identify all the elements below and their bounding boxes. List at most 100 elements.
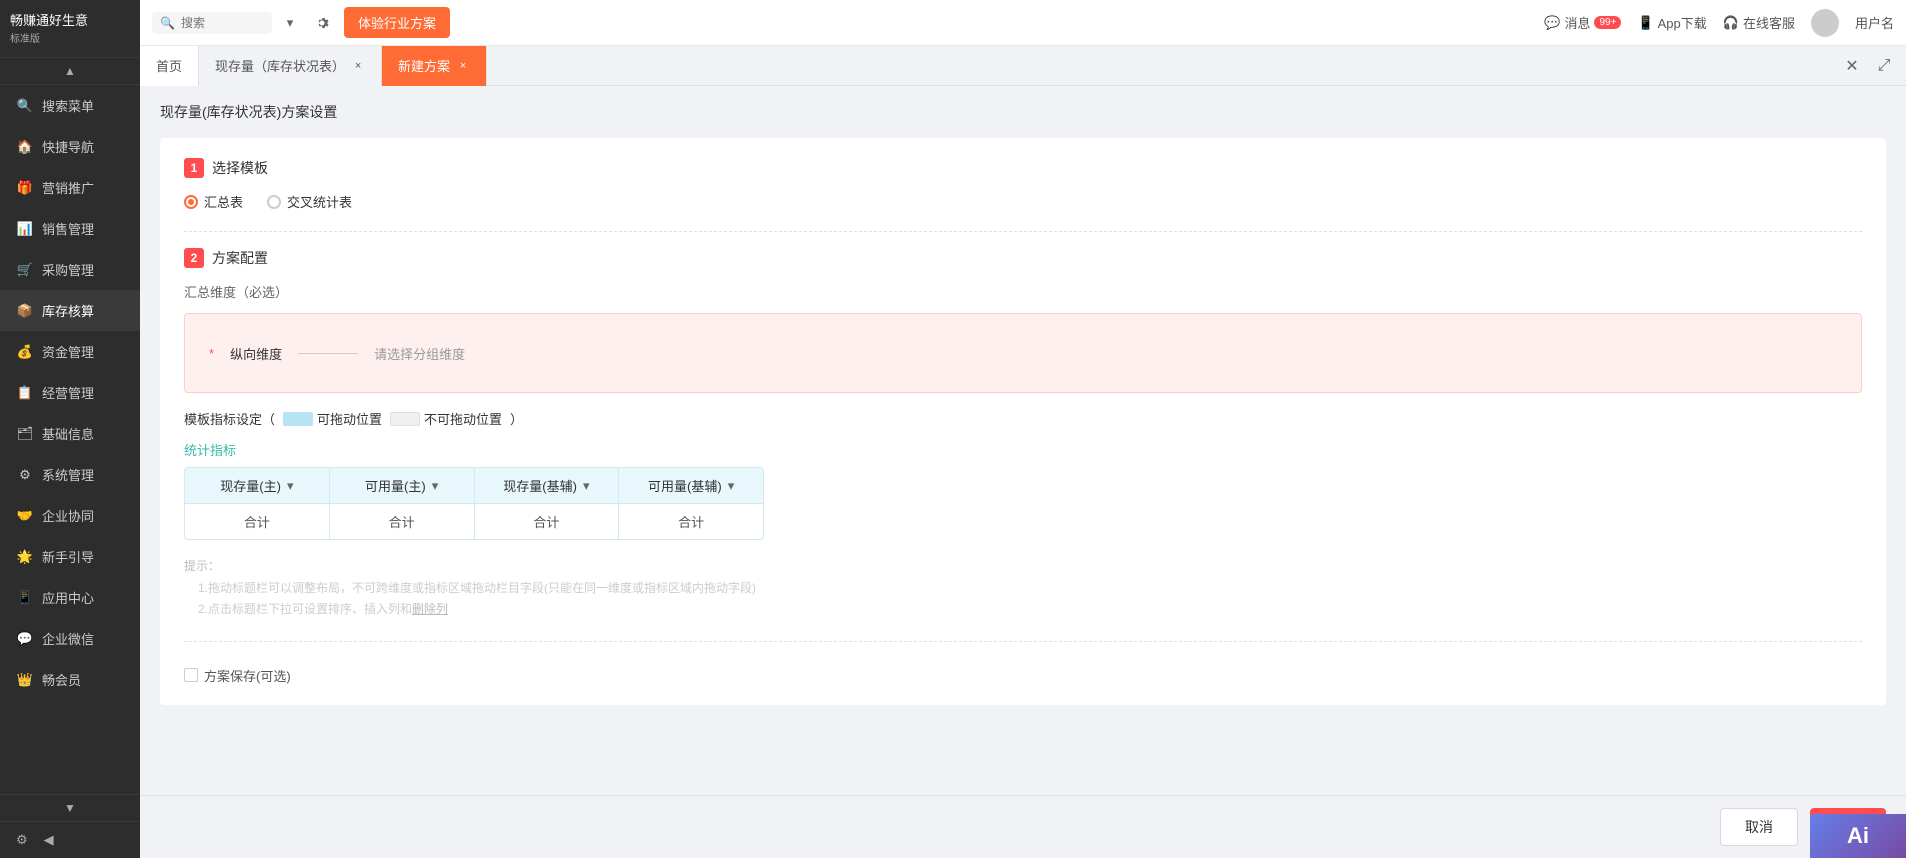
search-dropdown-icon[interactable]: ▾ xyxy=(280,13,300,33)
step2-section: 2 方案配置 汇总维度（必选） * 纵向维度 请选择分组维度 模板指标设定（ xyxy=(184,248,1862,621)
sidebar-item-label: 应用中心 xyxy=(42,588,94,607)
radio-cross-circle xyxy=(267,195,281,209)
guide-icon: 🌟 xyxy=(16,548,34,566)
stats-col-4-dropdown-icon[interactable]: ▾ xyxy=(728,478,735,494)
required-mark: * xyxy=(209,346,214,361)
search-input[interactable] xyxy=(181,16,261,30)
topbar-settings-icon[interactable] xyxy=(308,9,336,37)
app-download-label: App下载 xyxy=(1658,13,1707,32)
tabbar-controls: ✕ ⤢ xyxy=(1840,54,1906,78)
stats-title: 统计指标 xyxy=(184,440,1862,459)
tips-title: 提示： xyxy=(184,559,220,573)
close-panel-icon[interactable]: ✕ xyxy=(1840,54,1864,78)
sidebar-item-apps[interactable]: 📱 应用中心 xyxy=(0,577,140,618)
sidebar-item-cooperation[interactable]: 🤝 企业协同 xyxy=(0,495,140,536)
messages-badge: 99+ xyxy=(1594,16,1621,29)
step2-badge: 2 xyxy=(184,248,204,268)
sidebar-scroll-down[interactable]: ▼ xyxy=(64,801,76,815)
expand-panel-icon[interactable]: ⤢ xyxy=(1872,54,1896,78)
sidebar-item-marketing[interactable]: 🎁 营销推广 xyxy=(0,167,140,208)
stats-col-3-label: 现存量(基辅) xyxy=(503,476,577,495)
step-divider xyxy=(184,231,1862,232)
stats-col-1-dropdown-icon[interactable]: ▾ xyxy=(287,478,294,494)
radio-summary[interactable]: 汇总表 xyxy=(184,192,243,211)
trial-industry-button[interactable]: 体验行业方案 xyxy=(344,7,450,38)
user-avatar[interactable] xyxy=(1811,9,1839,37)
gift-icon: 🎁 xyxy=(16,179,34,197)
sidebar-item-member[interactable]: 👑 畅会员 xyxy=(0,659,140,700)
tip-2-link[interactable]: 删除列 xyxy=(412,602,448,616)
stats-col-1: 现存量(主) ▾ xyxy=(185,468,330,503)
member-icon: 👑 xyxy=(16,671,34,689)
stats-col-3-dropdown-icon[interactable]: ▾ xyxy=(583,478,590,494)
ai-float-button[interactable]: Ai xyxy=(1810,814,1906,858)
stats-col-2: 可用量(主) ▾ xyxy=(330,468,475,503)
sidebar-item-system[interactable]: ⚙ 系统管理 xyxy=(0,454,140,495)
sidebar-item-finance[interactable]: 💰 资金管理 xyxy=(0,331,140,372)
sidebar-item-shortcut[interactable]: 🏠 快捷导航 xyxy=(0,126,140,167)
cart-icon: 🛒 xyxy=(16,261,34,279)
step1-badge: 1 xyxy=(184,158,204,178)
main-area: 🔍 ▾ 体验行业方案 💬 消息 99+ 📱 App下载 🎧 在线客服 xyxy=(140,0,1906,858)
sidebar-item-search[interactable]: 🔍 搜索菜单 xyxy=(0,85,140,126)
money-icon: 💰 xyxy=(16,343,34,361)
sidebar-item-wechat[interactable]: 💬 企业微信 xyxy=(0,618,140,659)
legend-non-draggable: 不可拖动位置 xyxy=(390,409,502,428)
tab-home-label: 首页 xyxy=(156,56,182,75)
dimension-config-label: 汇总维度（必选） xyxy=(184,282,1862,301)
sidebar-item-operations[interactable]: 📋 经营管理 xyxy=(0,372,140,413)
stats-col-2-label: 可用量(主) xyxy=(365,476,426,495)
system-icon: ⚙ xyxy=(16,466,34,484)
sidebar-item-label: 系统管理 xyxy=(42,465,94,484)
app-download-button[interactable]: 📱 App下载 xyxy=(1637,13,1706,32)
dimension-placeholder: 请选择分组维度 xyxy=(374,344,465,363)
tab-new-plan[interactable]: 新建方案 × xyxy=(382,46,487,86)
username-label[interactable]: 用户名 xyxy=(1855,13,1894,32)
non-draggable-legend-label: 不可拖动位置 xyxy=(424,409,502,428)
cancel-button[interactable]: 取消 xyxy=(1720,808,1798,846)
basic-icon: 🗂 xyxy=(16,425,34,443)
messages-button[interactable]: 💬 消息 99+ xyxy=(1544,13,1621,32)
tab-inventory[interactable]: 现存量（库存状况表） × xyxy=(199,46,382,86)
draggable-legend-label: 可拖动位置 xyxy=(317,409,382,428)
collapse-footer-icon[interactable]: ◀ xyxy=(44,832,54,848)
tab-new-plan-label: 新建方案 xyxy=(398,56,450,75)
tips-area: 提示： 1.拖动标题栏可以调整布局，不可跨维度或指标区域拖动栏目字段(只能在同一… xyxy=(184,556,1862,621)
save-option-checkbox[interactable] xyxy=(184,668,198,682)
stats-cell-2: 合计 xyxy=(330,504,475,539)
sidebar-item-label: 资金管理 xyxy=(42,342,94,361)
sidebar-item-sales[interactable]: 📊 销售管理 xyxy=(0,208,140,249)
service-label: 在线客服 xyxy=(1743,13,1795,32)
page-content: 现存量(库存状况表)方案设置 1 选择模板 汇总表 交叉统计表 xyxy=(140,86,1906,795)
stats-cell-4: 合计 xyxy=(619,504,763,539)
tab-home[interactable]: 首页 xyxy=(140,46,199,86)
sidebar-item-label: 企业协同 xyxy=(42,506,94,525)
sidebar-item-basic[interactable]: 🗂 基础信息 xyxy=(0,413,140,454)
tab-new-plan-close-icon[interactable]: × xyxy=(456,59,470,73)
draggable-legend-box xyxy=(283,412,313,426)
stats-col-1-label: 现存量(主) xyxy=(220,476,281,495)
settings-footer-icon[interactable]: ⚙ xyxy=(16,832,28,848)
save-option-area: 方案保存(可选) xyxy=(184,666,1862,685)
sidebar-item-inventory[interactable]: 📦 库存核算 xyxy=(0,290,140,331)
tip-2-text: 2.点击标题栏下拉可设置排序、插入列和删除列 xyxy=(184,599,1862,621)
app-edition: 标准版 xyxy=(10,30,130,45)
topbar-right: 💬 消息 99+ 📱 App下载 🎧 在线客服 用户名 xyxy=(1544,9,1894,37)
app-name: 畅赚通好生意 xyxy=(10,12,130,30)
sidebar-item-purchase[interactable]: 🛒 采购管理 xyxy=(0,249,140,290)
radio-cross[interactable]: 交叉统计表 xyxy=(267,192,352,211)
dimension-line xyxy=(298,353,358,354)
sidebar-item-guide[interactable]: 🌟 新手引导 xyxy=(0,536,140,577)
stats-col-2-dropdown-icon[interactable]: ▾ xyxy=(432,478,439,494)
stats-col-4: 可用量(基辅) ▾ xyxy=(619,468,763,503)
box-icon: 📦 xyxy=(16,302,34,320)
indicator-settings-prefix: 模板指标设定（ xyxy=(184,409,275,428)
online-service-button[interactable]: 🎧 在线客服 xyxy=(1723,13,1795,32)
home-icon: 🏠 xyxy=(16,138,34,156)
indicator-settings-suffix: ） xyxy=(510,409,523,428)
tab-inventory-close-icon[interactable]: × xyxy=(351,59,365,73)
save-option-label: 方案保存(可选) xyxy=(204,666,291,685)
tip-1-text: 1.拖动标题栏可以调整布局，不可跨维度或指标区域拖动栏目字段(只能在同一维度或指… xyxy=(184,578,1862,600)
legend-draggable: 可拖动位置 xyxy=(283,409,382,428)
sidebar-scroll-up[interactable]: ▲ xyxy=(64,64,76,78)
